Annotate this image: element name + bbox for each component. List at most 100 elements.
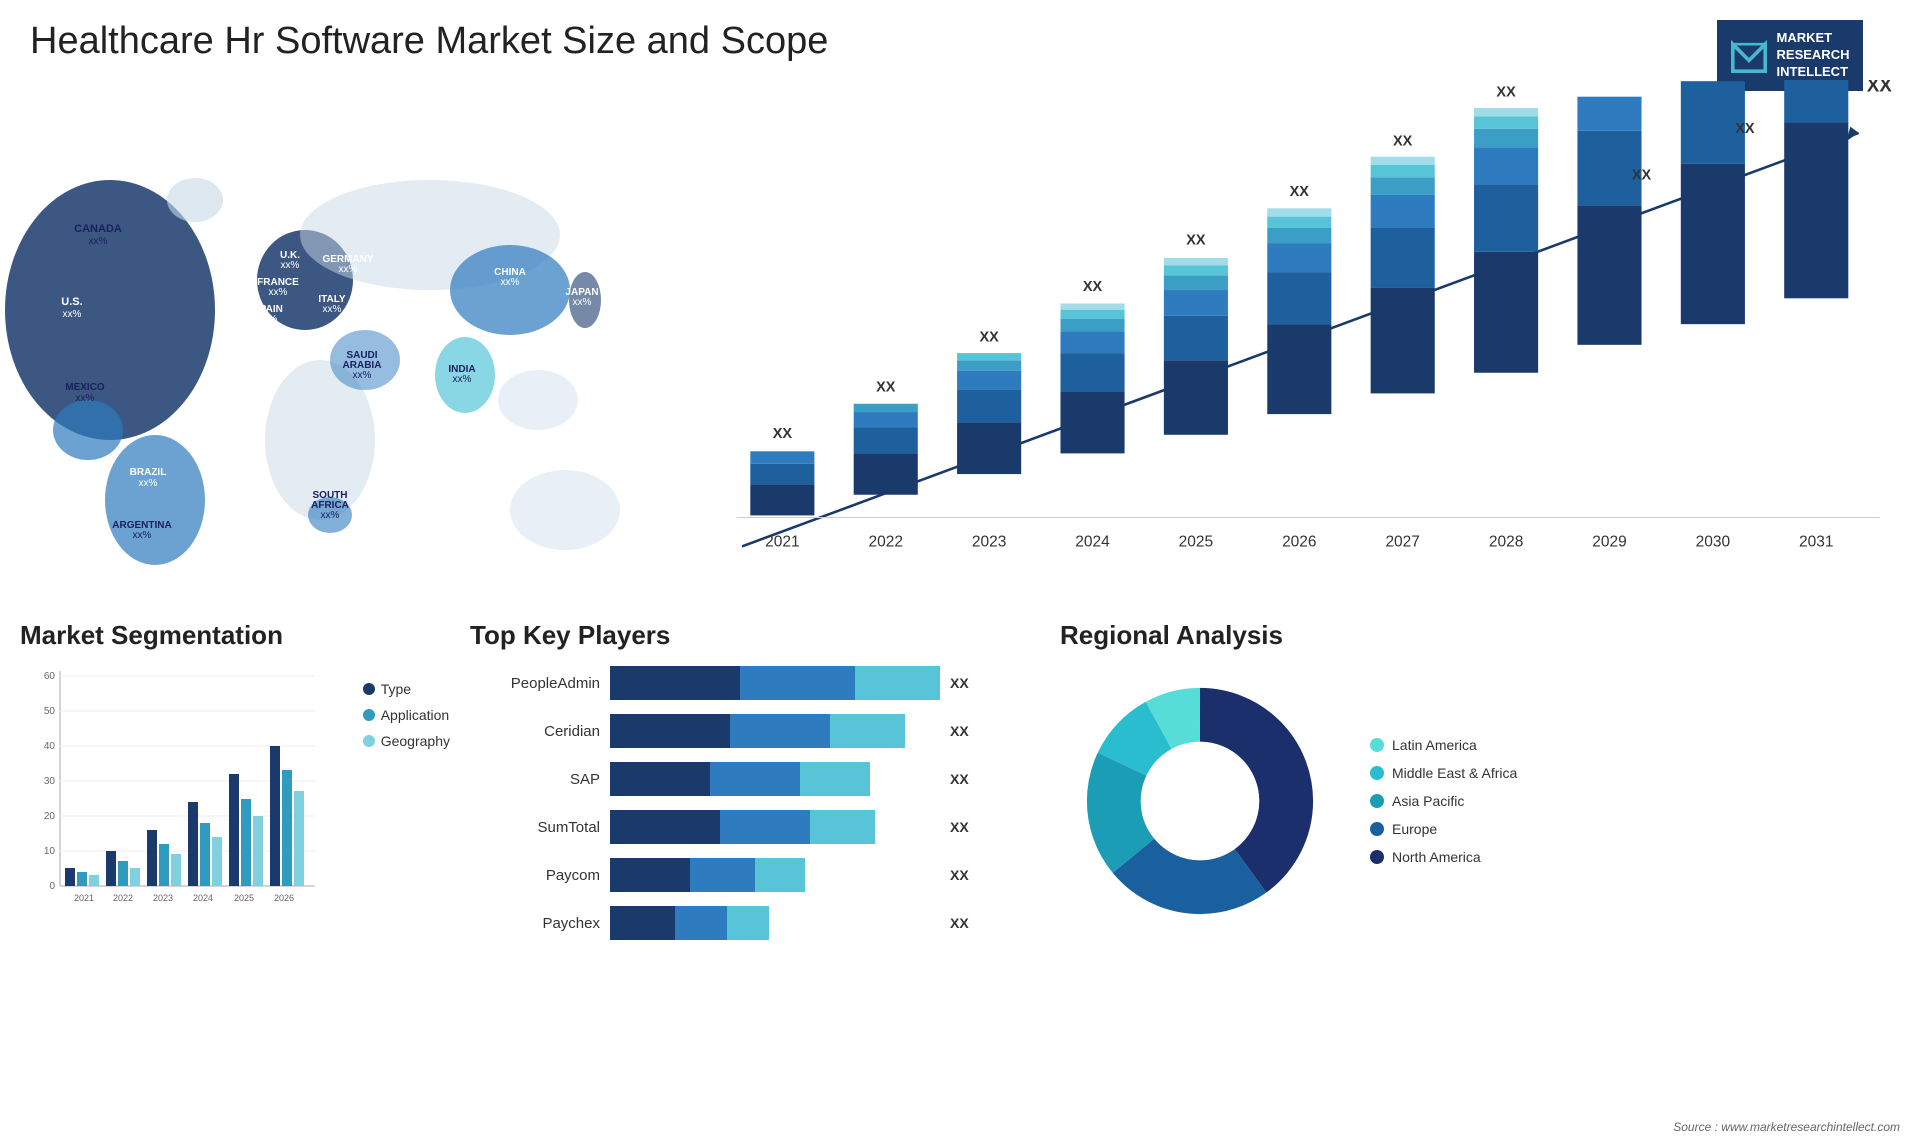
svg-text:CANADA: CANADA <box>74 223 122 235</box>
svg-text:2022: 2022 <box>113 893 133 903</box>
latin-dot <box>1370 738 1384 752</box>
bar-seg-1 <box>610 906 675 940</box>
svg-text:60: 60 <box>44 671 56 682</box>
svg-text:50: 50 <box>44 706 56 717</box>
svg-text:U.S.: U.S. <box>61 296 82 308</box>
segmentation-title: Market Segmentation <box>20 620 440 651</box>
player-val-6: XX <box>950 915 969 931</box>
app-dot <box>363 709 375 721</box>
bar-seg-2 <box>690 858 755 892</box>
seg-legend-geo: Geography <box>363 733 450 749</box>
svg-text:XX: XX <box>876 379 896 395</box>
svg-text:xx%: xx% <box>323 304 342 315</box>
svg-text:20: 20 <box>44 811 56 822</box>
map-section: CANADA xx% U.S. xx% MEXICO xx% BRAZIL xx… <box>0 80 660 620</box>
type-label: Type <box>381 681 411 697</box>
donut-chart <box>1060 661 1340 941</box>
type-dot <box>363 683 375 695</box>
svg-text:xx%: xx% <box>573 297 592 308</box>
svg-text:xx%: xx% <box>501 277 520 288</box>
bar-seg-2 <box>675 906 727 940</box>
bar-seg-2 <box>710 762 800 796</box>
svg-text:2030: 2030 <box>1696 533 1731 550</box>
player-row-4: SumTotal XX <box>470 810 1030 844</box>
bar-seg-3 <box>855 666 940 700</box>
svg-text:xx%: xx% <box>76 393 95 404</box>
svg-text:xx%: xx% <box>339 264 358 275</box>
svg-text:2026: 2026 <box>1282 533 1316 550</box>
svg-text:2021: 2021 <box>74 893 94 903</box>
svg-text:2023: 2023 <box>972 533 1006 550</box>
bar-seg-1 <box>610 714 730 748</box>
bar-seg-2 <box>720 810 810 844</box>
player-val-3: XX <box>950 771 969 787</box>
bar-seg-1 <box>610 762 710 796</box>
svg-text:xx%: xx% <box>321 510 340 521</box>
player-name-6: Paychex <box>470 915 600 932</box>
bar-seg-2 <box>740 666 855 700</box>
svg-text:xx%: xx% <box>453 374 472 385</box>
svg-text:30: 30 <box>44 776 56 787</box>
segmentation-section: Market Segmentation 0 10 20 30 40 50 60 <box>20 620 440 1120</box>
svg-text:xx%: xx% <box>259 314 278 325</box>
segmentation-chart: 0 10 20 30 40 50 60 2021 2022 <box>20 661 320 921</box>
na-label: North America <box>1392 849 1481 865</box>
svg-text:XX: XX <box>1186 233 1206 249</box>
key-players-title: Top Key Players <box>470 620 1030 651</box>
svg-text:xx%: xx% <box>139 478 158 489</box>
player-val-5: XX <box>950 867 969 883</box>
player-name-1: PeopleAdmin <box>470 675 600 692</box>
player-name-2: Ceridian <box>470 723 600 740</box>
key-players-section: Top Key Players PeopleAdmin XX Ceridian … <box>470 620 1030 1120</box>
player-val-2: XX <box>950 723 969 739</box>
player-row-2: Ceridian XX <box>470 714 1030 748</box>
bar-chart-svg: 2021 XX 2022 XX 2023 XX 2024 XX 2025 <box>680 80 1900 620</box>
europe-label: Europe <box>1392 821 1437 837</box>
player-bar-4 <box>610 810 940 844</box>
player-bar-1 <box>610 666 940 700</box>
player-val-4: XX <box>950 819 969 835</box>
player-name-4: SumTotal <box>470 819 600 836</box>
regional-title: Regional Analysis <box>1060 620 1900 651</box>
svg-text:XX: XX <box>979 330 999 346</box>
bar-seg-1 <box>610 666 740 700</box>
svg-text:xx%: xx% <box>281 260 300 271</box>
svg-text:XX: XX <box>1290 184 1310 200</box>
player-row-6: Paychex XX <box>470 906 1030 940</box>
svg-text:2021: 2021 <box>765 533 799 550</box>
world-map-svg: CANADA xx% U.S. xx% MEXICO xx% BRAZIL xx… <box>0 80 660 620</box>
regional-section: Regional Analysis Latin America Middle <box>1060 620 1900 1120</box>
seg-legend: Type Application Geography <box>363 681 450 749</box>
svg-text:10: 10 <box>44 846 56 857</box>
latin-label: Latin America <box>1392 737 1477 753</box>
player-val-1: XX <box>950 675 969 691</box>
player-bar-5 <box>610 858 940 892</box>
apac-label: Asia Pacific <box>1392 793 1464 809</box>
player-bar-3 <box>610 762 940 796</box>
player-bar-6 <box>610 906 940 940</box>
svg-text:2027: 2027 <box>1385 533 1419 550</box>
legend-mea: Middle East & Africa <box>1370 765 1517 781</box>
svg-text:XX: XX <box>1393 133 1413 149</box>
bar-seg-3 <box>800 762 870 796</box>
bar-seg-3 <box>755 858 805 892</box>
legend-apac: Asia Pacific <box>1370 793 1517 809</box>
svg-text:xx%: xx% <box>269 287 288 298</box>
player-name-3: SAP <box>470 771 600 788</box>
svg-text:2024: 2024 <box>1075 533 1110 550</box>
player-row-5: Paycom XX <box>470 858 1030 892</box>
app-label: Application <box>381 707 450 723</box>
svg-text:MEXICO: MEXICO <box>65 382 105 393</box>
svg-text:XX: XX <box>1735 121 1755 137</box>
player-name-5: Paycom <box>470 867 600 884</box>
svg-text:2029: 2029 <box>1592 533 1626 550</box>
bar-seg-1 <box>610 810 720 844</box>
bar-seg-1 <box>610 858 690 892</box>
mea-dot <box>1370 766 1384 780</box>
svg-text:BRAZIL: BRAZIL <box>130 467 167 478</box>
svg-text:xx%: xx% <box>63 309 82 320</box>
logo-icon <box>1731 37 1767 73</box>
player-row-1: PeopleAdmin XX <box>470 666 1030 700</box>
page-title: Healthcare Hr Software Market Size and S… <box>30 20 828 63</box>
svg-text:XX: XX <box>773 426 793 442</box>
